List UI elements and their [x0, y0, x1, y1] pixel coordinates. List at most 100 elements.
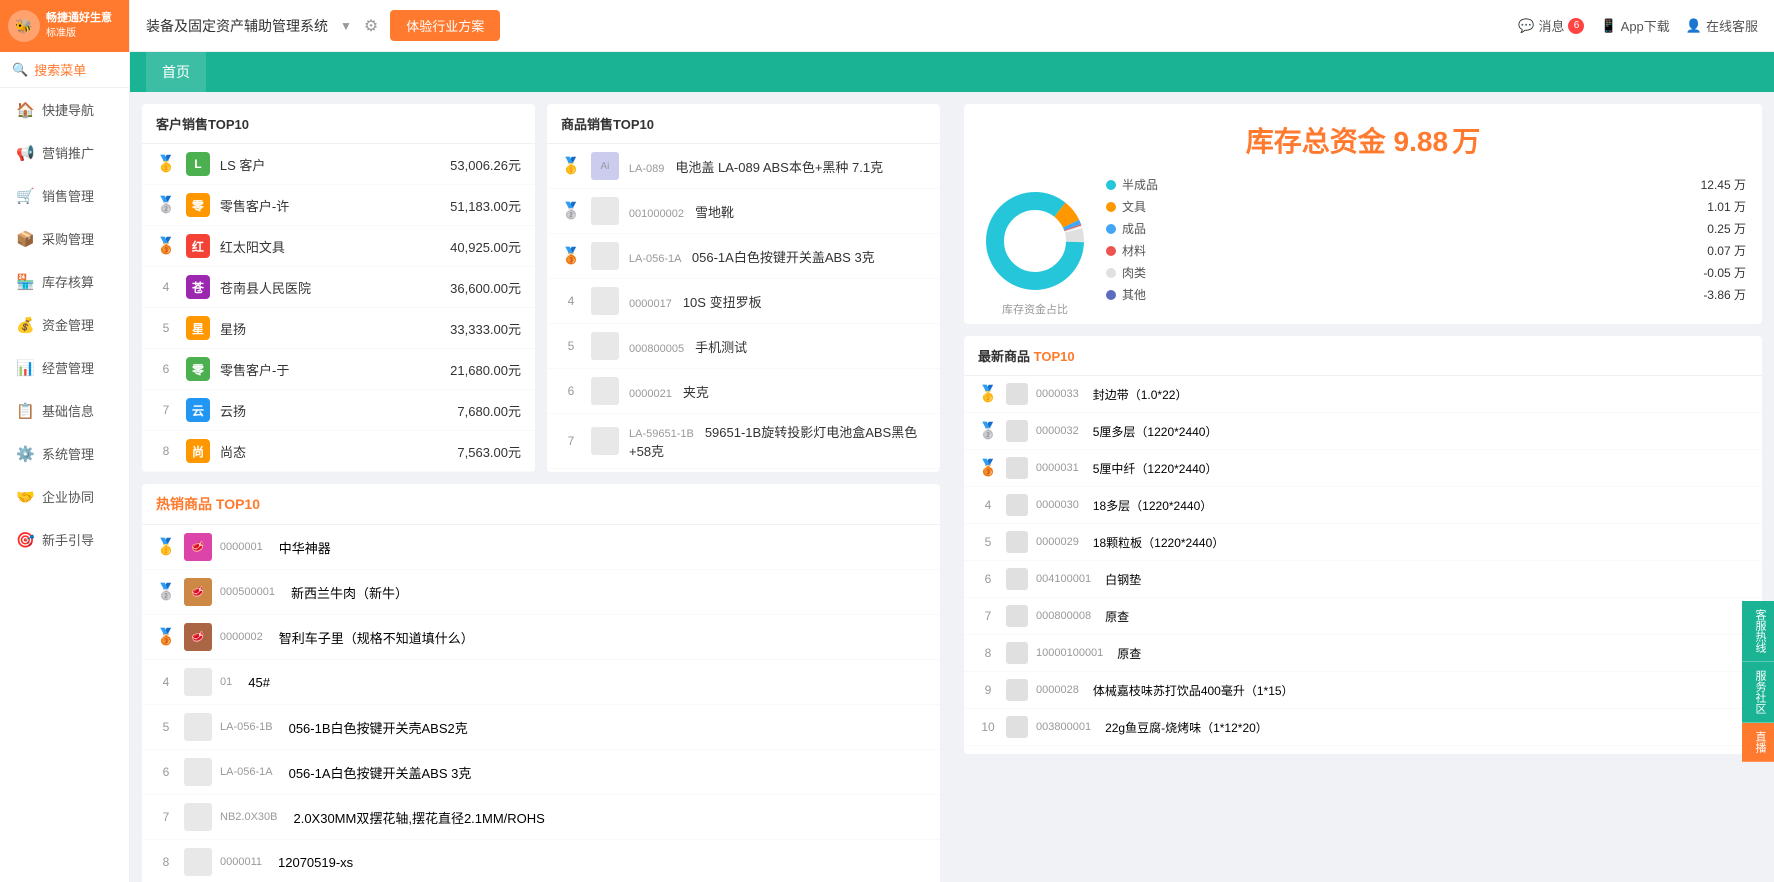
settings-icon[interactable]: ⚙	[364, 16, 378, 36]
system-icon: ⚙️	[16, 445, 34, 463]
sidebar-item-inventory[interactable]: 🏪 库存核算	[0, 260, 129, 303]
legend-item-5: 肉类 -0.05 万	[1106, 264, 1746, 281]
sidebar-item-basic[interactable]: 📋 基础信息	[0, 389, 129, 432]
home-icon: 🏠	[16, 101, 34, 119]
sidebar-search[interactable]: 🔍 搜索菜单	[0, 52, 129, 88]
legend-item-1: 半成品 12.45 万	[1106, 176, 1746, 193]
app-download-button[interactable]: 📱 App下载	[1600, 16, 1669, 35]
legend-value-4: 0.07 万	[1707, 242, 1746, 259]
prod-rank-4: 4	[561, 294, 581, 308]
hot-img-4	[184, 668, 212, 696]
customer-hotline-button[interactable]: 客服热线	[1742, 601, 1774, 662]
sidebar-item-sales[interactable]: 🛒 销售管理	[0, 174, 129, 217]
list-item: 7 000800008 原查	[964, 598, 1762, 635]
table-row: 🥇 L LS 客户 53,006.26元	[142, 144, 535, 185]
sidebar-item-purchase[interactable]: 📦 采购管理	[0, 217, 129, 260]
newest-products-title: 最新商品 TOP10	[978, 346, 1075, 365]
table-row: 8 尚 尚态 7,563.00元	[142, 431, 535, 472]
logo-text: 畅捷通好生意 标准版	[46, 11, 112, 40]
legend-dot-1	[1106, 180, 1116, 190]
legend-value-2: 1.01 万	[1707, 198, 1746, 215]
list-item: 10 003800001 22g鱼豆腐-烧烤味（1*12*20）	[964, 709, 1762, 746]
sidebar-item-home[interactable]: 🏠 快捷导航	[0, 88, 129, 131]
sidebar-item-enterprise[interactable]: 🤝 企业协同	[0, 475, 129, 518]
customer-name-5: 星扬	[220, 319, 440, 338]
hot-name-1: 中华神器	[279, 538, 331, 557]
customer-name-7: 云扬	[220, 401, 447, 420]
customer-badge-6: 零	[186, 357, 210, 381]
new-img-8	[1006, 642, 1028, 664]
new-rank-9: 9	[978, 683, 998, 697]
customer-amount-2: 51,183.00元	[450, 196, 521, 215]
customer-name-8: 尚态	[220, 442, 447, 461]
donut-chart: 库存资金占比	[980, 186, 1090, 299]
prod-img-5	[591, 332, 619, 360]
sidebar-item-operation[interactable]: 📊 经营管理	[0, 346, 129, 389]
new-rank-4: 4	[978, 498, 998, 512]
table-row: 4 苍 苍南县人民医院 36,600.00元	[142, 267, 535, 308]
hot-products-title: 热销商品 TOP10	[156, 494, 260, 514]
finance-icon: 💰	[16, 316, 34, 334]
trial-button[interactable]: 体验行业方案	[390, 10, 500, 41]
list-item: 6 LA-056-1A 056-1A白色按键开关盖ABS 3克	[142, 750, 940, 795]
sidebar-logo: 🐝 畅捷通好生意 标准版	[0, 0, 129, 52]
customer-amount-8: 7,563.00元	[457, 442, 521, 461]
customer-badge-8: 尚	[186, 439, 210, 463]
list-item: 5 LA-056-1B 056-1B白色按键开关壳ABS2克	[142, 705, 940, 750]
legend-item-2: 文具 1.01 万	[1106, 198, 1746, 215]
list-item: 9 0000028 体械嘉枝味苏打饮品400毫升（1*15）	[964, 672, 1762, 709]
legend-list: 半成品 12.45 万 文具 1.01 万 成品 0.25 万	[1106, 176, 1746, 308]
new-name-1: 封边带（1.0*22）	[1093, 386, 1188, 403]
sidebar-item-marketing[interactable]: 📢 营销推广	[0, 131, 129, 174]
new-name-9: 体械嘉枝味苏打饮品400毫升（1*15）	[1093, 682, 1294, 699]
customer-amount-5: 33,333.00元	[450, 319, 521, 338]
medal-2: 🥈	[156, 195, 176, 215]
guide-icon: 🎯	[16, 531, 34, 549]
legend-value-5: -0.05 万	[1703, 264, 1746, 281]
new-name-7: 原查	[1105, 608, 1129, 625]
legend-value-3: 0.25 万	[1707, 220, 1746, 237]
dropdown-arrow[interactable]: ▼	[340, 19, 352, 33]
new-img-6	[1006, 568, 1028, 590]
rank-num-5: 5	[156, 321, 176, 335]
prod-rank-5: 5	[561, 339, 581, 353]
prod-img-1: Ai	[591, 152, 619, 180]
top-header: 装备及固定资产辅助管理系统 ▼ ⚙ 体验行业方案 💬 消息 6 📱 App下载 …	[130, 0, 1774, 52]
prod-img-6	[591, 377, 619, 405]
table-row: 🥇 Ai LA-089 电池盖 LA-089 ABS本色+黑种 7.1克	[547, 144, 940, 189]
sidebar-item-system[interactable]: ⚙️ 系统管理	[0, 432, 129, 475]
list-item: 4 0000030 18多层（1220*2440）	[964, 487, 1762, 524]
customer-ranking-title: 客户销售TOP10	[156, 114, 249, 133]
legend-dot-3	[1106, 224, 1116, 234]
inventory-title: 库存总资金	[1246, 126, 1394, 157]
hot-rank-7: 7	[156, 810, 176, 824]
customer-name-2: 零售客户-许	[220, 196, 440, 215]
sidebar-item-finance[interactable]: 💰 资金管理	[0, 303, 129, 346]
basic-icon: 📋	[16, 402, 34, 420]
customer-service-button[interactable]: 👤 在线客服	[1686, 16, 1758, 35]
live-button[interactable]: 直播	[1742, 723, 1774, 762]
legend-name-1: 半成品	[1122, 176, 1695, 193]
customer-ranking-table: 🥇 L LS 客户 53,006.26元 🥈 零 零售客户-许 51,183.0…	[142, 144, 535, 472]
prod-name-7: LA-59651-1B 59651-1B旋转投影灯电池盒ABS黑色+58克	[629, 422, 926, 460]
new-medal-2: 🥈	[978, 421, 998, 441]
hot-name-4: 45#	[248, 675, 270, 690]
new-img-1	[1006, 383, 1028, 405]
hot-name-5: 056-1B白色按键开关壳ABS2克	[289, 718, 468, 737]
message-button[interactable]: 💬 消息 6	[1518, 16, 1584, 35]
legend-item-6: 其他 -3.86 万	[1106, 286, 1746, 303]
table-row: 5 星 星扬 33,333.00元	[142, 308, 535, 349]
sales-icon: 🛒	[16, 187, 34, 205]
prod-rank-6: 6	[561, 384, 581, 398]
service-community-button[interactable]: 服务社区	[1742, 662, 1774, 723]
sidebar-item-guide[interactable]: 🎯 新手引导	[0, 518, 129, 561]
customer-badge-3: 红	[186, 234, 210, 258]
medal-1: 🥇	[156, 154, 176, 174]
new-img-9	[1006, 679, 1028, 701]
hot-name-2: 新西兰牛肉（新牛）	[291, 583, 408, 602]
table-row: 6 零 零售客户-于 21,680.00元	[142, 349, 535, 390]
home-tab[interactable]: 首页	[146, 52, 206, 92]
legend-item-4: 材料 0.07 万	[1106, 242, 1746, 259]
list-item: 🥉 🥩 0000002 智利车子里（规格不知道填什么）	[142, 615, 940, 660]
inventory-unit: 万	[1452, 126, 1480, 157]
